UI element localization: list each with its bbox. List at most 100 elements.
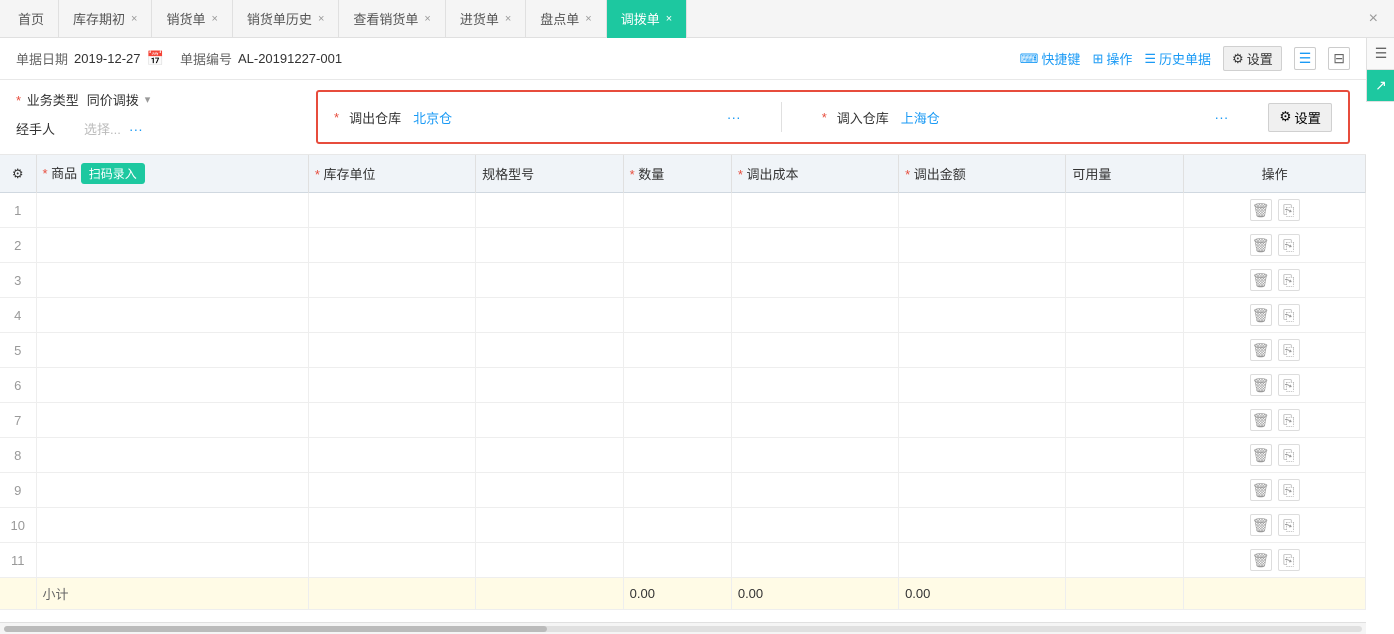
table-row: 3 🗑⎘ <box>0 263 1366 298</box>
operations-btn[interactable]: ⊞ 操作 <box>1092 49 1132 68</box>
table-row: 2 🗑⎘ <box>0 228 1366 263</box>
delete-row-icon[interactable]: 🗑 <box>1250 409 1272 431</box>
shortcuts-btn[interactable]: ⌨ 快捷键 <box>1020 49 1081 68</box>
subtotal-label: 小计 <box>36 578 308 610</box>
subtotal-cost: 0.00 <box>731 578 898 610</box>
shortcuts-icon: ⌨ <box>1020 51 1039 67</box>
col-cost: 调出成本 <box>731 155 898 193</box>
transfer-out-field: * 调出仓库 北京仓 ··· <box>334 108 741 127</box>
toolbar-right: ⌨ 快捷键 ⊞ 操作 ☰ 历史单据 ⚙ 设置 ☰ ⊟ <box>1020 46 1350 71</box>
col-amount: 调出金额 <box>899 155 1066 193</box>
copy-row-icon[interactable]: ⎘ <box>1278 339 1300 361</box>
transfer-in-more[interactable]: ··· <box>1214 109 1228 125</box>
history-btn[interactable]: ☰ 历史单据 <box>1144 49 1211 68</box>
table-row: 10 🗑⎘ <box>0 508 1366 543</box>
date-field: 单据日期 2019-12-27 📅 <box>16 49 164 68</box>
delete-row-icon[interactable]: 🗑 <box>1250 444 1272 466</box>
copy-row-icon[interactable]: ⎘ <box>1278 234 1300 256</box>
table-row: 4 🗑⎘ <box>0 298 1366 333</box>
scrollbar-track[interactable] <box>4 626 1362 632</box>
delete-row-icon[interactable]: 🗑 <box>1250 269 1272 291</box>
sidebar-export-icon[interactable]: ↗ <box>1367 70 1394 102</box>
col-product: 商品 扫码录入 <box>36 155 308 193</box>
copy-row-icon[interactable]: ⎘ <box>1278 304 1300 326</box>
scan-button[interactable]: 扫码录入 <box>81 163 145 184</box>
subtotal-quantity: 0.00 <box>623 578 731 610</box>
handler-placeholder[interactable]: 选择... <box>84 119 121 138</box>
tab-home[interactable]: 首页 <box>4 0 59 38</box>
copy-row-icon[interactable]: ⎘ <box>1278 409 1300 431</box>
table-row-11: 11 🗑⎘ <box>0 543 1366 578</box>
copy-row-icon[interactable]: ⎘ <box>1278 444 1300 466</box>
table-row: 6 🗑⎘ <box>0 368 1366 403</box>
tab-sales-order[interactable]: 销货单 × <box>152 0 232 38</box>
delete-row-icon[interactable]: 🗑 <box>1250 199 1272 221</box>
warehouse-settings-btn[interactable]: ⚙ 设置 <box>1268 103 1332 132</box>
handler-field: 经手人 选择... ··· <box>16 119 296 138</box>
handler-more-icon[interactable]: ··· <box>129 121 143 137</box>
copy-row-icon[interactable]: ⎘ <box>1278 549 1300 571</box>
table-row: 8 🗑⎘ <box>0 438 1366 473</box>
calendar-icon[interactable]: 📅 <box>147 50 164 67</box>
close-inventory-check[interactable]: × <box>585 13 591 25</box>
settings-btn[interactable]: ⚙ 设置 <box>1223 46 1282 71</box>
close-view-sales[interactable]: × <box>424 13 430 25</box>
col-unit: 库存单位 <box>308 155 475 193</box>
transfer-in-field: * 调入仓库 上海仓 ··· <box>822 108 1229 127</box>
scrollbar-thumb[interactable] <box>4 626 547 632</box>
tab-purchase[interactable]: 进货单 × <box>446 0 526 38</box>
horizontal-scrollbar[interactable] <box>0 622 1366 634</box>
copy-row-icon[interactable]: ⎘ <box>1278 199 1300 221</box>
close-transfer[interactable]: × <box>666 13 672 25</box>
tab-view-sales[interactable]: 查看销货单 × <box>339 0 445 38</box>
close-all-tabs[interactable]: × <box>1357 10 1390 28</box>
subtotal-amount: 0.00 <box>899 578 1066 610</box>
copy-row-icon[interactable]: ⎘ <box>1278 269 1300 291</box>
tab-inventory-init[interactable]: 库存期初 × <box>59 0 152 38</box>
gear-icon: ⚙ <box>1279 109 1291 125</box>
subtotal-row: 小计 0.00 0.00 0.00 <box>0 578 1366 610</box>
tab-inventory-check[interactable]: 盘点单 × <box>526 0 606 38</box>
col-ops: 操作 <box>1184 155 1366 193</box>
close-sales-order[interactable]: × <box>211 13 217 25</box>
table-header-row: ⚙ 商品 扫码录入 库存单位 规格型号 数量 调出成本 调出金额 可用量 操作 <box>0 155 1366 193</box>
warehouse-highlight-box: * 调出仓库 北京仓 ··· * 调入仓库 上海仓 ··· ⚙ 设置 <box>316 90 1350 144</box>
delete-row-icon[interactable]: 🗑 <box>1250 339 1272 361</box>
close-purchase[interactable]: × <box>505 13 511 25</box>
layout-icon-1[interactable]: ☰ <box>1294 47 1317 70</box>
delete-row-icon[interactable]: 🗑 <box>1250 374 1272 396</box>
right-sidebar: ☰ ↗ <box>1366 38 1394 102</box>
col-available: 可用量 <box>1066 155 1184 193</box>
form-area: * 业务类型 同价调拨 ▾ 经手人 选择... ··· * 调出仓库 <box>0 80 1366 155</box>
main-content: 单据日期 2019-12-27 📅 单据编号 AL-20191227-001 ⌨… <box>0 38 1366 634</box>
tab-bar: 首页 库存期初 × 销货单 × 销货单历史 × 查看销货单 × 进货单 × 盘点… <box>0 0 1394 38</box>
business-type-field: * 业务类型 同价调拨 ▾ <box>16 90 296 109</box>
copy-row-icon[interactable]: ⎘ <box>1278 479 1300 501</box>
table-row: 1 🗑⎘ <box>0 193 1366 228</box>
table-container: ⚙ 商品 扫码录入 库存单位 规格型号 数量 调出成本 调出金额 可用量 操作 <box>0 155 1366 622</box>
settings-icon: ⚙ <box>1232 51 1244 67</box>
delete-row-icon[interactable]: 🗑 <box>1250 549 1272 571</box>
delete-row-icon[interactable]: 🗑 <box>1250 514 1272 536</box>
warehouse-divider <box>781 102 782 132</box>
col-settings[interactable]: ⚙ <box>0 155 36 193</box>
col-spec: 规格型号 <box>476 155 624 193</box>
tab-transfer[interactable]: 调拨单 × <box>607 0 687 38</box>
col-quantity: 数量 <box>623 155 731 193</box>
close-inventory-init[interactable]: × <box>131 13 137 25</box>
tab-sales-history[interactable]: 销货单历史 × <box>233 0 339 38</box>
operations-icon: ⊞ <box>1092 51 1103 67</box>
business-type-select[interactable]: 同价调拨 ▾ <box>87 90 207 109</box>
delete-row-icon[interactable]: 🗑 <box>1250 304 1272 326</box>
sidebar-list-icon[interactable]: ☰ <box>1367 38 1394 70</box>
table-row: 9 🗑⎘ <box>0 473 1366 508</box>
transfer-out-more[interactable]: ··· <box>727 109 741 125</box>
delete-row-icon[interactable]: 🗑 <box>1250 479 1272 501</box>
layout-icon-2[interactable]: ⊟ <box>1328 47 1350 70</box>
copy-row-icon[interactable]: ⎘ <box>1278 374 1300 396</box>
delete-row-icon[interactable]: 🗑 <box>1250 234 1272 256</box>
toolbar-row: 单据日期 2019-12-27 📅 单据编号 AL-20191227-001 ⌨… <box>0 38 1366 80</box>
dropdown-icon[interactable]: ▾ <box>145 93 151 106</box>
close-sales-history[interactable]: × <box>318 13 324 25</box>
copy-row-icon[interactable]: ⎘ <box>1278 514 1300 536</box>
